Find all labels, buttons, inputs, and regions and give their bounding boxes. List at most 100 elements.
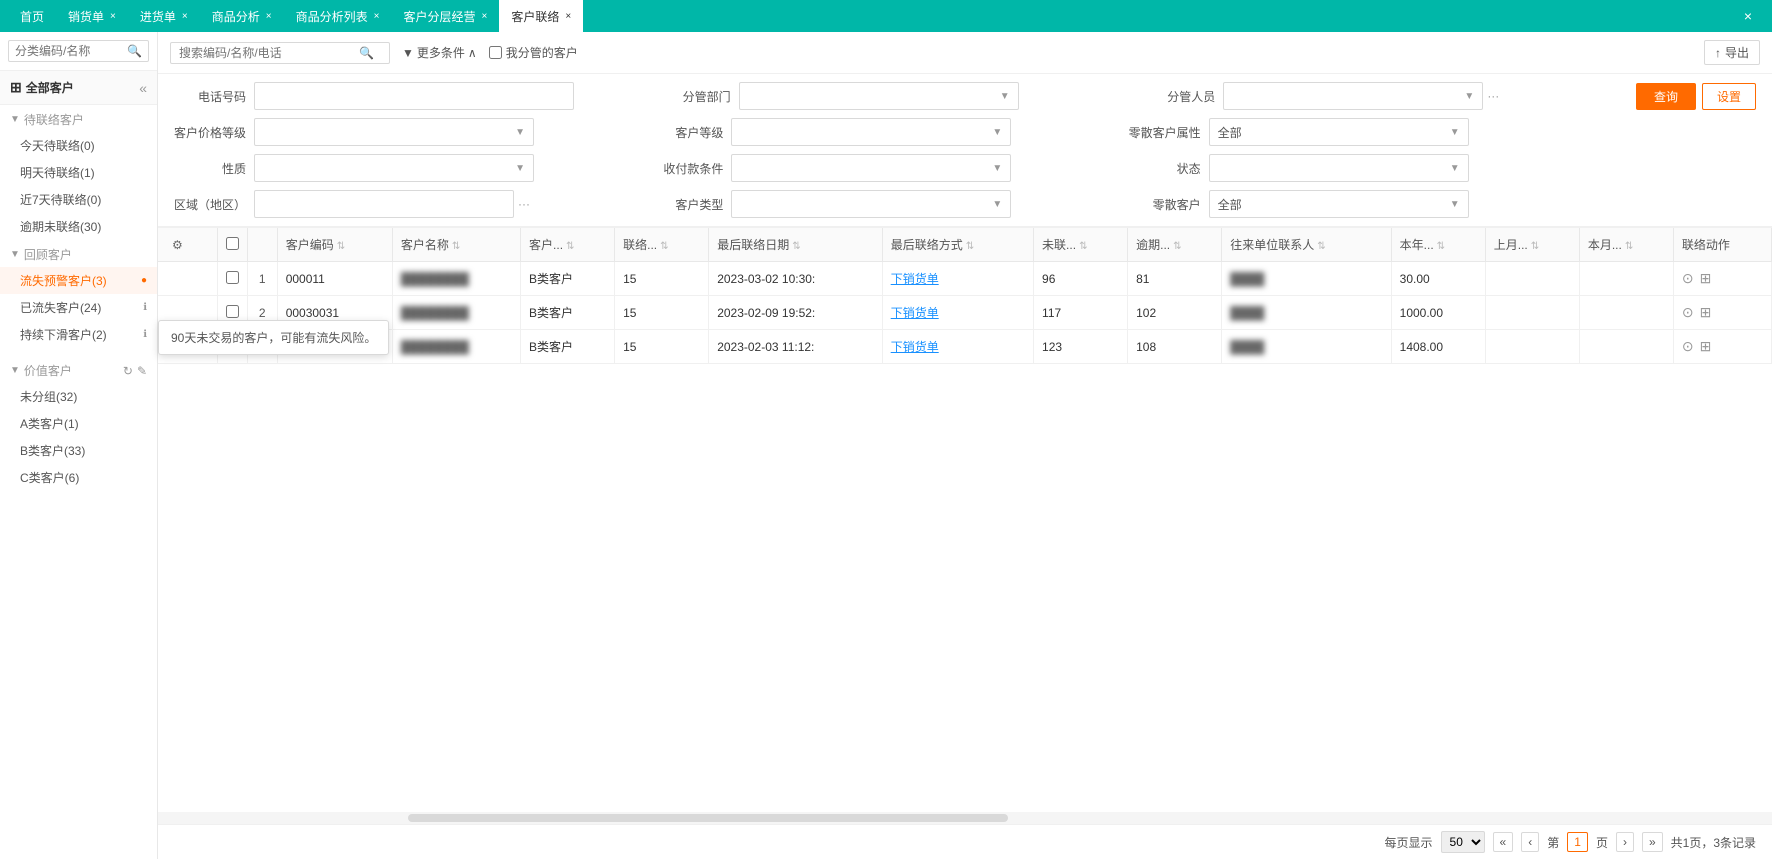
export-button[interactable]: ↑ 导出 [1704,40,1760,65]
sidebar-item-today[interactable]: 今天待联络(0) [0,132,157,159]
select-all-checkbox[interactable] [226,237,239,250]
search-submit-icon[interactable]: 🔍 [359,46,374,60]
region-select[interactable] [254,190,514,218]
row-last-contact-method-cell[interactable]: 下销货单 [882,296,1033,330]
tab-customer-contact[interactable]: 客户联络 × [499,0,583,32]
contact-icon[interactable]: ⊙ [1682,338,1694,355]
type-column-header[interactable]: 客户...⇅ [521,228,615,262]
tab-product-analysis[interactable]: 商品分析 × [200,0,284,32]
sidebar-item-declining[interactable]: 持续下滑客户(2) ℹ [0,321,157,348]
manager-select[interactable]: ▼ [1223,82,1483,110]
tab-product-analysis-list[interactable]: 商品分析列表 × [284,0,392,32]
this-year-column-header[interactable]: 本年...⇅ [1391,228,1485,262]
name-column-header[interactable]: 客户名称⇅ [392,228,520,262]
close-tab-purchase[interactable]: × [182,11,188,22]
table-header-row: ⚙ 客户编码⇅ 客户名称⇅ 客户...⇅ 联络...⇅ 最后联络日期⇅ 最后联络… [158,228,1772,262]
tab-sales[interactable]: 销货单 × [56,0,128,32]
uncontact-column-header[interactable]: 未联...⇅ [1034,228,1128,262]
price-level-select[interactable]: ▼ [254,118,534,146]
retail-attr-select[interactable]: 全部 ▼ [1209,118,1469,146]
action-icons: ⊙ ⊞ [1682,270,1763,287]
value-refresh-icon[interactable]: ↻ [123,364,133,378]
sidebar-item-churn-warning[interactable]: 流失预警客户(3) ● [0,267,157,294]
payment-select[interactable]: ▼ [731,154,1011,182]
scrollbar-thumb[interactable] [408,814,1008,822]
customers-table: ⚙ 客户编码⇅ 客户名称⇅ 客户...⇅ 联络...⇅ 最后联络日期⇅ 最后联络… [158,228,1772,364]
contact-method-link[interactable]: 下销货单 [891,306,939,320]
last-month-column-header[interactable]: 上月...⇅ [1485,228,1579,262]
more-action-icon[interactable]: ⊞ [1700,304,1712,321]
more-conditions-button[interactable]: ▼ 更多条件 ∧ [402,44,477,61]
my-customers-check[interactable] [489,46,502,59]
code-column-header[interactable]: 客户编码⇅ [277,228,392,262]
my-customers-checkbox[interactable]: 我分管的客户 [489,44,578,61]
this-month-column-header[interactable]: 本月...⇅ [1579,228,1673,262]
contact-method-link[interactable]: 下销货单 [891,340,939,354]
close-tab-product-analysis-list[interactable]: × [374,11,380,22]
close-tab-product-analysis[interactable]: × [266,11,272,22]
manager-ellipsis[interactable]: ··· [1483,89,1503,103]
row-checkbox-cell[interactable] [217,262,247,296]
settings-gear-icon[interactable]: ⚙ [166,236,189,254]
query-button[interactable]: 查询 [1636,83,1696,110]
settings-column-header[interactable]: ⚙ [158,228,217,262]
overdue-column-header[interactable]: 逾期...⇅ [1128,228,1222,262]
contact-column-header[interactable]: 联络...⇅ [615,228,709,262]
value-edit-icon[interactable]: ✎ [137,364,147,378]
row-checkbox[interactable] [226,271,239,284]
sidebar-group-value[interactable]: ▼ 价值客户 ↻ ✎ [0,356,157,383]
sidebar-item-tomorrow[interactable]: 明天待联络(1) [0,159,157,186]
row-this-month-cell [1579,330,1673,364]
nature-select[interactable]: ▼ [254,154,534,182]
sidebar-item-ungroup[interactable]: 未分组(32) [0,383,157,410]
last-contact-date-column-header[interactable]: 最后联络日期⇅ [709,228,883,262]
retail-customer-select[interactable]: 全部 ▼ [1209,190,1469,218]
window-close-button[interactable]: × [1732,8,1764,24]
tab-purchase[interactable]: 进货单 × [128,0,200,32]
all-customers-label[interactable]: ⊞ 全部客户 [10,79,74,96]
sidebar-collapse-button[interactable]: « [139,80,147,96]
retail-attr-label: 零散客户属性 [1129,124,1209,141]
prev-page-button[interactable]: ‹ [1521,832,1539,852]
per-page-select[interactable]: 50 [1441,831,1485,853]
first-page-button[interactable]: « [1493,832,1514,852]
sidebar-group-review[interactable]: ▼ 回顾客户 [0,240,157,267]
row-last-contact-method-cell[interactable]: 下销货单 [882,330,1033,364]
more-action-icon[interactable]: ⊞ [1700,338,1712,355]
sidebar-search-icon[interactable]: 🔍 [127,44,142,58]
row-last-contact-method-cell[interactable]: 下销货单 [882,262,1033,296]
unit-contact-column-header[interactable]: 往来单位联系人⇅ [1222,228,1391,262]
select-all-header[interactable] [217,228,247,262]
tab-customer-segment[interactable]: 客户分层经营 × [391,0,499,32]
sidebar-item-7days[interactable]: 近7天待联络(0) [0,186,157,213]
contact-method-link[interactable]: 下销货单 [891,272,939,286]
last-page-button[interactable]: » [1642,832,1663,852]
unit-sort-icon: ⇅ [1317,241,1325,252]
close-tab-customer-segment[interactable]: × [481,11,487,22]
sidebar-item-class-c[interactable]: C类客户(6) [0,464,157,491]
settings-button[interactable]: 设置 [1702,83,1756,110]
contact-icon[interactable]: ⊙ [1682,304,1694,321]
horizontal-scrollbar[interactable] [158,812,1772,824]
sidebar-group-pending[interactable]: ▼ 待联络客户 [0,105,157,132]
sidebar-item-churned[interactable]: 已流失客户(24) ℹ [0,294,157,321]
row-checkbox[interactable] [226,305,239,318]
customer-type-select[interactable]: ▼ [731,190,1011,218]
more-action-icon[interactable]: ⊞ [1700,270,1712,287]
contact-icon[interactable]: ⊙ [1682,270,1694,287]
dept-select[interactable]: ▼ [739,82,1019,110]
region-ellipsis[interactable]: ··· [514,197,534,211]
last-contact-method-column-header[interactable]: 最后联络方式⇅ [882,228,1033,262]
status-select[interactable]: ▼ [1209,154,1469,182]
row-settings-cell [158,262,217,296]
search-input[interactable] [179,46,359,60]
tab-home[interactable]: 首页 [8,0,56,32]
close-tab-sales[interactable]: × [110,11,116,22]
customer-level-select[interactable]: ▼ [731,118,1011,146]
next-page-button[interactable]: › [1616,832,1634,852]
close-tab-customer-contact[interactable]: × [565,11,571,22]
sidebar-item-overdue[interactable]: 逾期未联络(30) [0,213,157,240]
sidebar-item-class-a[interactable]: A类客户(1) [0,410,157,437]
phone-input[interactable] [254,82,574,110]
sidebar-item-class-b[interactable]: B类客户(33) [0,437,157,464]
